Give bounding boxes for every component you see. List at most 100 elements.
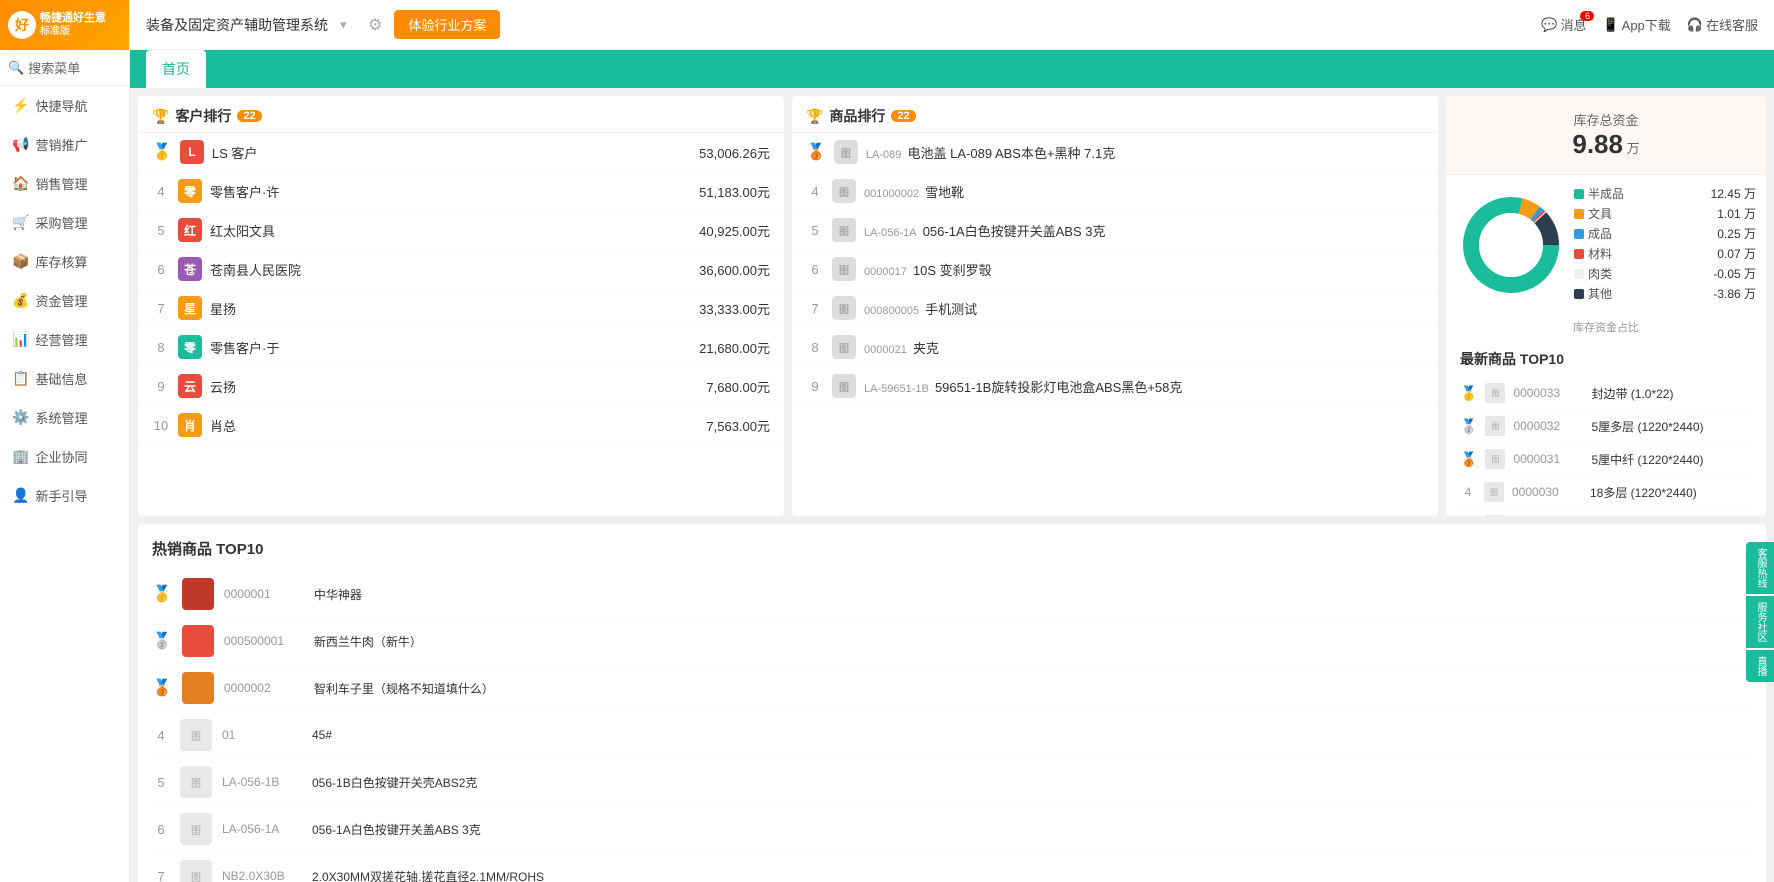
latest-product-img: 图	[1484, 515, 1504, 516]
product-info: 001000002 雪地靴	[864, 182, 1424, 201]
rank-number: 8	[152, 340, 170, 355]
product-img-placeholder: 图	[834, 140, 858, 164]
chart-legend: 半成品 12.45 万 文具 1.01 万 成品 0.25 万 材料 0.07 …	[1574, 185, 1756, 305]
customer-rank-item[interactable]: 7 星 星扬 33,333.00元	[138, 289, 784, 328]
customer-rank-item[interactable]: 9 云 云扬 7,680.00元	[138, 367, 784, 406]
product-rank-item[interactable]: 4 图 001000002 雪地靴	[792, 172, 1438, 211]
legend-item: 材料 0.07 万	[1574, 245, 1756, 262]
customer-rank-item[interactable]: 6 苍 苍南县人民医院 36,600.00元	[138, 250, 784, 289]
product-info: 0000017 10S 变刹罗彀	[864, 260, 1424, 279]
hot-product-code: 0000001	[224, 587, 304, 601]
sidebar-item-company[interactable]: 🏢 企业协同	[0, 437, 129, 476]
customer-avatar: 零	[178, 335, 202, 359]
hot-products-header: 热销商品 TOP10	[152, 538, 1752, 559]
product-rank-badge: 22	[891, 110, 915, 122]
latest-product-item[interactable]: 4 图 0000030 18多层 (1220*2440)	[1460, 476, 1752, 509]
product-img-placeholder: 图	[832, 257, 856, 281]
sidebar-item-operations[interactable]: 📊 经营管理	[0, 320, 129, 359]
finance-icon: 💰	[12, 292, 29, 309]
settings-icon[interactable]: ⚙	[368, 15, 382, 35]
customer-amount: 7,563.00元	[706, 416, 770, 435]
sidebar-item-inventory[interactable]: 📦 库存核算	[0, 242, 129, 281]
customer-rank-item[interactable]: 8 零 零售客户·于 21,680.00元	[138, 328, 784, 367]
customer-rank-item[interactable]: 4 零 零售客户·许 51,183.00元	[138, 172, 784, 211]
hot-product-item[interactable]: 4 图 01 45#	[152, 712, 1752, 759]
company-icon: 🏢	[12, 448, 29, 465]
customer-amount: 51,183.00元	[699, 182, 770, 201]
legend-color	[1574, 289, 1584, 299]
sidebar-item-system[interactable]: ⚙️ 系统管理	[0, 398, 129, 437]
hot-product-item[interactable]: 🥇 0000001 中华神器	[152, 571, 1752, 618]
product-rank-list: 🥉 图 LA-089 电池盖 LA-089 ABS本色+黑种 7.1克 4 图 …	[792, 133, 1438, 516]
hot-product-item[interactable]: 6 图 LA-056-1A 056-1A白色按键开关盖ABS 3克	[152, 806, 1752, 853]
main-wrapper: 装备及固定资产辅助管理系统 ▾ ⚙ 体验行业方案 💬 消息 6 📱 App下载 …	[130, 0, 1774, 882]
hot-products-list: 🥇 0000001 中华神器 🥈 000500001 新西兰牛肉（新牛） 🥉 0…	[152, 571, 1752, 882]
float-buttons: 客服热线服务社区直播	[1746, 542, 1774, 682]
product-img-placeholder: 图	[832, 335, 856, 359]
hot-product-item[interactable]: 7 图 NB2.0X30B 2.0X30MM双搓花轴.搓花直径2.1MM/ROH…	[152, 853, 1752, 882]
float-btn-1[interactable]: 服务社区	[1746, 596, 1774, 648]
legend-color	[1574, 189, 1584, 199]
hot-product-item[interactable]: 5 图 LA-056-1B 056-1B白色按键开关壳ABS2克	[152, 759, 1752, 806]
latest-product-img: 图	[1484, 482, 1504, 502]
customer-name: 零售客户·于	[210, 338, 691, 357]
sidebar-item-quicknav[interactable]: ⚡ 快捷导航	[0, 86, 129, 125]
online-service-button[interactable]: 🎧 在线客服	[1687, 15, 1758, 34]
legend-name: 成品	[1588, 225, 1713, 242]
latest-product-item[interactable]: 5 图 0000029 18颗粒板 (1220*2440)	[1460, 509, 1752, 516]
latest-product-name: 5厘中纤 (1220*2440)	[1591, 451, 1752, 468]
latest-products: 最新商品 TOP10 🥇 图 0000033 封边带 (1.0*22) 🥈 图 …	[1446, 339, 1766, 516]
customer-avatar: 零	[178, 179, 202, 203]
legend-name: 半成品	[1588, 185, 1707, 202]
product-rank-item[interactable]: 8 图 0000021 夹克	[792, 328, 1438, 367]
rank-number: 4	[806, 184, 824, 199]
product-info: 000800005 手机测试	[864, 299, 1424, 318]
trial-button[interactable]: 体验行业方案	[394, 10, 500, 39]
customer-rank-item[interactable]: 5 红 红太阳文具 40,925.00元	[138, 211, 784, 250]
system-icon: ⚙️	[12, 409, 29, 426]
sidebar-item-guide[interactable]: 👤 新手引导	[0, 476, 129, 515]
hot-product-name: 056-1A白色按键开关盖ABS 3克	[312, 821, 1752, 838]
bottom-panels: 热销商品 TOP10 🥇 0000001 中华神器 🥈 000500001 新西…	[138, 524, 1766, 882]
tab-home[interactable]: 首页	[146, 50, 206, 88]
hot-products-panel: 热销商品 TOP10 🥇 0000001 中华神器 🥈 000500001 新西…	[138, 524, 1766, 882]
float-btn-0[interactable]: 客服热线	[1746, 542, 1774, 594]
sidebar-item-finance[interactable]: 💰 资金管理	[0, 281, 129, 320]
product-info: LA-59651-1B 59651-1B旋转投影灯电池盒ABS黑色+58克	[864, 377, 1424, 396]
latest-product-item[interactable]: 🥉 图 0000031 5厘中纤 (1220*2440)	[1460, 443, 1752, 476]
bronze-medal-icon: 🥉	[806, 142, 826, 162]
topbar: 装备及固定资产辅助管理系统 ▾ ⚙ 体验行业方案 💬 消息 6 📱 App下载 …	[130, 0, 1774, 50]
app-download-button[interactable]: 📱 App下载	[1602, 15, 1670, 34]
product-rank-item[interactable]: 🥉 图 LA-089 电池盖 LA-089 ABS本色+黑种 7.1克	[792, 133, 1438, 172]
hot-product-item[interactable]: 🥉 0000002 智利车子里（规格不知道填什么）	[152, 665, 1752, 712]
latest-product-img: 图	[1485, 383, 1505, 403]
float-btn-2[interactable]: 直播	[1746, 650, 1774, 682]
sidebar-item-sales[interactable]: 🏠 销售管理	[0, 164, 129, 203]
bronze-medal-icon: 🥉	[1460, 451, 1477, 468]
product-rank-item[interactable]: 6 图 0000017 10S 变刹罗彀	[792, 250, 1438, 289]
inventory-amount: 9.88	[1572, 129, 1623, 159]
latest-product-name: 封边带 (1.0*22)	[1591, 385, 1752, 402]
sidebar-item-marketing[interactable]: 📢 营销推广	[0, 125, 129, 164]
search-menu[interactable]: 🔍 搜索菜单	[0, 50, 129, 86]
silver-medal-icon: 🥈	[152, 631, 172, 651]
product-rank-item[interactable]: 9 图 LA-59651-1B 59651-1B旋转投影灯电池盒ABS黑色+58…	[792, 367, 1438, 406]
sidebar-item-basic[interactable]: 📋 基础信息	[0, 359, 129, 398]
inventory-summary: 库存总资金 9.88 万	[1446, 96, 1766, 175]
dropdown-icon[interactable]: ▾	[340, 17, 356, 33]
hot-product-item[interactable]: 🥈 000500001 新西兰牛肉（新牛）	[152, 618, 1752, 665]
customer-avatar: 星	[178, 296, 202, 320]
latest-product-item[interactable]: 🥈 图 0000032 5厘多层 (1220*2440)	[1460, 410, 1752, 443]
customer-rank-item[interactable]: 🥇 L LS 客户 53,006.26元	[138, 133, 784, 172]
rank-number: 5	[806, 223, 824, 238]
messages-button[interactable]: 💬 消息 6	[1541, 15, 1586, 34]
latest-product-item[interactable]: 🥇 图 0000033 封边带 (1.0*22)	[1460, 377, 1752, 410]
product-rank-item[interactable]: 5 图 LA-056-1A 056-1A白色按键开关盖ABS 3克	[792, 211, 1438, 250]
sidebar-item-purchase[interactable]: 🛒 采购管理	[0, 203, 129, 242]
product-rank-item[interactable]: 7 图 000800005 手机测试	[792, 289, 1438, 328]
operations-icon: 📊	[12, 331, 29, 348]
hot-product-name: 新西兰牛肉（新牛）	[314, 633, 1752, 650]
right-panel: 库存总资金 9.88 万	[1446, 96, 1766, 516]
customer-rank-item[interactable]: 10 肖 肖总 7,563.00元	[138, 406, 784, 445]
legend-color	[1574, 249, 1584, 259]
